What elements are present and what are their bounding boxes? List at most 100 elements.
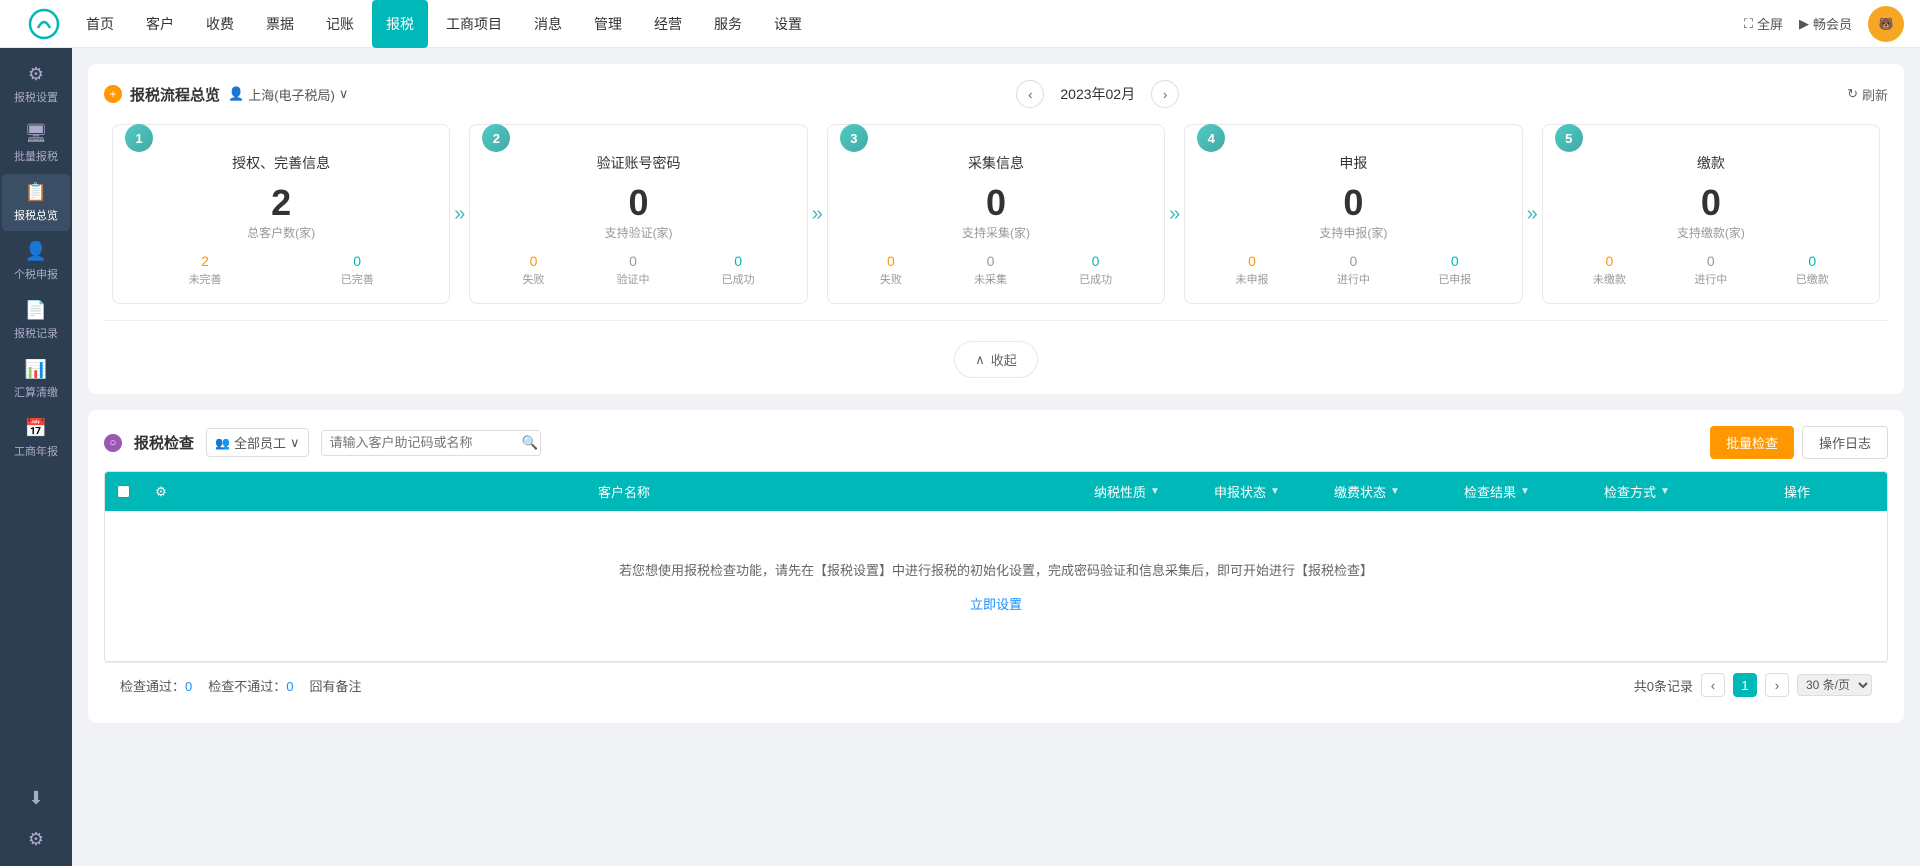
check-fail-num[interactable]: 0	[286, 679, 293, 694]
sidebar-item-annual-report[interactable]: 📅 工商年报	[2, 410, 70, 467]
step-stat-5-2: 0 已缴款	[1796, 253, 1829, 287]
sidebar-gear[interactable]: ⚙	[2, 821, 70, 858]
main-layout: ⚙ 报税设置 🖥 批量报税 📋 报税总览 👤 个税申报 📄 报税记录 📊 汇算清…	[0, 48, 1920, 866]
chevron-down-icon: ∨	[339, 86, 349, 102]
nav-service[interactable]: 服务	[700, 0, 756, 48]
nav-invoice[interactable]: 票据	[252, 0, 308, 48]
th-operation: 操作	[1707, 472, 1887, 511]
download-icon: ⬇	[28, 788, 43, 809]
arrow-1: »	[454, 203, 465, 226]
sidebar-label-tax-settings: 报税设置	[14, 89, 58, 105]
sidebar-item-tax-overview[interactable]: 📋 报税总览	[2, 174, 70, 231]
stat-num-1-1: 0	[353, 253, 361, 269]
step-stat-1-1: 0 已完善	[341, 253, 374, 287]
th-pay-status[interactable]: 缴费状态 ▼	[1307, 472, 1427, 511]
sidebar-download[interactable]: ⬇	[2, 780, 70, 817]
arrow-3: »	[1169, 203, 1180, 226]
sidebar: ⚙ 报税设置 🖥 批量报税 📋 报税总览 👤 个税申报 📄 报税记录 📊 汇算清…	[0, 48, 72, 866]
operation-log-button[interactable]: 操作日志	[1802, 426, 1888, 459]
select-all-checkbox[interactable]	[117, 485, 130, 498]
tax-overview-icon: 📋	[25, 182, 47, 203]
sidebar-item-personal-tax[interactable]: 👤 个税申报	[2, 233, 70, 290]
stat-num-5-1: 0	[1707, 253, 1715, 269]
search-button[interactable]: 🔍	[514, 431, 541, 455]
step-title-5: 缴款	[1559, 153, 1863, 173]
stat-num-4-0: 0	[1248, 253, 1256, 269]
nav-message[interactable]: 消息	[520, 0, 576, 48]
stat-label-5-2: 已缴款	[1796, 271, 1829, 287]
per-page-select[interactable]: 30 条/页	[1797, 674, 1872, 696]
next-page-button[interactable]: ›	[1765, 673, 1789, 697]
check-pass-num[interactable]: 0	[185, 679, 192, 694]
stat-label-2-0: 失败	[522, 271, 544, 287]
employee-selector[interactable]: 👥 全部员工 ∨	[206, 428, 308, 457]
footer-stats: 检查通过：0 检查不通过：0	[120, 676, 294, 695]
stat-num-2-1: 0	[629, 253, 637, 269]
stat-num-3-2: 0	[1092, 253, 1100, 269]
footer-note: 囧有备注	[310, 676, 362, 695]
stat-label-4-1: 进行中	[1337, 271, 1370, 287]
th-check-result[interactable]: 检查结果 ▼	[1427, 472, 1567, 511]
step-stats-2: 0 失败 0 验证中 0 已成功	[486, 253, 790, 287]
th-settings[interactable]: ⚙	[141, 474, 181, 510]
flow-overview-title: 报税流程总览	[130, 84, 220, 105]
nav-fee[interactable]: 收费	[192, 0, 248, 48]
sidebar-label-annual-report: 工商年报	[14, 443, 58, 459]
refresh-button[interactable]: ↻ 刷新	[1847, 85, 1888, 104]
nav-operation[interactable]: 经营	[640, 0, 696, 48]
step-stat-2-2: 0 已成功	[722, 253, 755, 287]
play-icon: ▶	[1799, 16, 1809, 32]
stat-num-2-0: 0	[530, 253, 538, 269]
avatar[interactable]: 🐻	[1868, 6, 1904, 42]
tax-check-table: ⚙ 客户名称 纳税性质 ▼ 申报状态 ▼ 缴费状态 ▼	[104, 471, 1888, 662]
nav-business[interactable]: 工商项目	[432, 0, 516, 48]
arrow-2: »	[812, 203, 823, 226]
step-title-1: 授权、完善信息	[129, 153, 433, 173]
nav-accounting[interactable]: 记账	[312, 0, 368, 48]
employee-icon: 👥	[215, 436, 230, 450]
nav-home[interactable]: 首页	[72, 0, 128, 48]
flow-step-2: 2 验证账号密码 0 支持验证(家) 0 失败 0 验证中	[469, 124, 807, 304]
batch-tax-icon: 🖥	[25, 123, 48, 144]
nav-management[interactable]: 管理	[580, 0, 636, 48]
sidebar-item-settlement[interactable]: 📊 汇算清缴	[2, 351, 70, 408]
prev-page-button[interactable]: ‹	[1701, 673, 1725, 697]
check-actions: 批量检查 操作日志	[1710, 426, 1888, 459]
next-month-button[interactable]: ›	[1151, 80, 1179, 108]
collapse-button[interactable]: ∧ 收起	[954, 341, 1038, 378]
main-content: + 报税流程总览 👤 上海(电子税局) ∨ ‹ 2023年02月 › ↻ 刷新	[72, 48, 1920, 866]
date-navigation: ‹ 2023年02月 ›	[1016, 80, 1179, 108]
stat-num-3-1: 0	[987, 253, 995, 269]
location-selector[interactable]: 👤 上海(电子税局) ∨	[228, 85, 348, 104]
setup-link[interactable]: 立即设置	[970, 594, 1022, 613]
vip-button[interactable]: ▶ 畅会员	[1799, 14, 1852, 33]
tax-check-badge: ○	[104, 434, 122, 452]
nav-right: ⛶ 全屏 ▶ 畅会员 🐻	[1744, 6, 1904, 42]
filter-icon-5: ▼	[1660, 486, 1670, 497]
flow-overview-badge: +	[104, 85, 122, 103]
tax-record-icon: 📄	[25, 300, 47, 321]
empty-message: 若您想使用报税检查功能，请先在【报税设置】中进行报税的初始化设置，完成密码验证和…	[619, 559, 1373, 582]
filter-icon-1: ▼	[1150, 486, 1160, 497]
tax-check-card: ○ 报税检查 👥 全部员工 ∨ 🔍 批量检查 操作日志	[88, 410, 1904, 723]
sidebar-item-batch-tax[interactable]: 🖥 批量报税	[2, 115, 70, 172]
nav-items: 首页 客户 收费 票据 记账 报税 工商项目 消息 管理 经营 服务 设置	[72, 0, 1744, 48]
fullscreen-button[interactable]: ⛶ 全屏	[1744, 14, 1783, 33]
page-1-button[interactable]: 1	[1733, 673, 1757, 697]
prev-month-button[interactable]: ‹	[1016, 80, 1044, 108]
th-declare-status[interactable]: 申报状态 ▼	[1187, 472, 1307, 511]
step-stat-1-0: 2 未完善	[189, 253, 222, 287]
sidebar-item-tax-record[interactable]: 📄 报税记录	[2, 292, 70, 349]
nav-customer[interactable]: 客户	[132, 0, 188, 48]
stat-num-5-2: 0	[1808, 253, 1816, 269]
employee-label: 全部员工	[234, 433, 286, 452]
nav-settings[interactable]: 设置	[760, 0, 816, 48]
avatar-icon: 🐻	[1879, 17, 1894, 31]
th-check-method[interactable]: 检查方式 ▼	[1567, 472, 1707, 511]
th-tax-nature[interactable]: 纳税性质 ▼	[1067, 472, 1187, 511]
search-input[interactable]	[322, 431, 514, 454]
sidebar-item-tax-settings[interactable]: ⚙ 报税设置	[2, 56, 70, 113]
nav-tax[interactable]: 报税	[372, 0, 428, 48]
th-checkbox[interactable]	[105, 475, 141, 508]
batch-check-button[interactable]: 批量检查	[1710, 426, 1794, 459]
